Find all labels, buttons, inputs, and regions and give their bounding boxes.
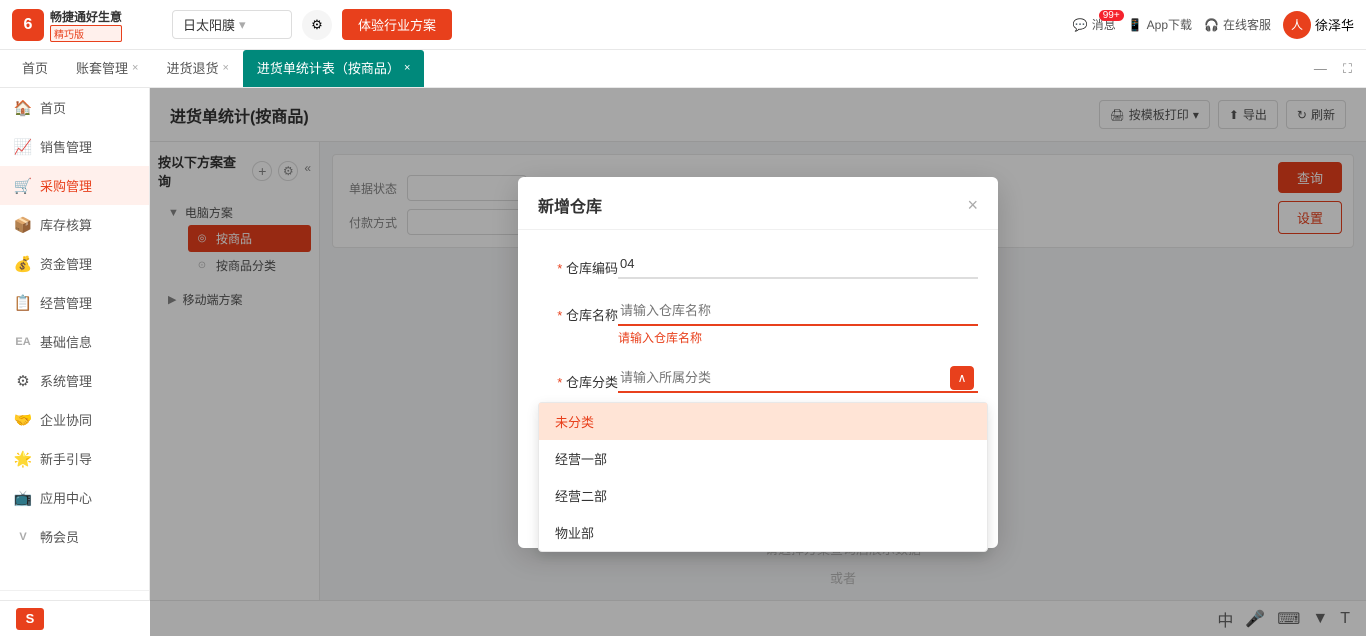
member-icon: V [14, 528, 32, 546]
sidebar-item-apps[interactable]: 📺 应用中心 [0, 478, 149, 517]
sidebar-item-home[interactable]: 🏠 首页 [0, 88, 149, 127]
sidebar-item-operations[interactable]: 📋 经营管理 [0, 283, 149, 322]
enterprise-icon: 🤝 [14, 411, 32, 429]
category-dropdown-list: 未分类 经营一部 经营二部 物业部 [538, 402, 988, 552]
tab-purchase-return[interactable]: 进货退货 × [152, 50, 242, 87]
app-icon: 📱 [1128, 18, 1143, 32]
required-star-2: * [557, 308, 562, 323]
dropdown-item-uncategorized[interactable]: 未分类 [539, 403, 987, 440]
field-name-label: * 仓库名称 [538, 297, 618, 324]
dropdown-arrow-button[interactable]: ∧ [950, 366, 974, 390]
online-service-button[interactable]: 🎧 在线客服 [1204, 16, 1271, 33]
field-category: * 仓库分类 ∧ 未分类 经营一部 经营二部 物业部 [538, 364, 978, 393]
apps-icon: 📺 [14, 489, 32, 507]
dropdown-item-dept2[interactable]: 经营二部 [539, 477, 987, 514]
modal-body: * 仓库编码 * 仓库名称 [518, 230, 998, 484]
field-category-wrap: ∧ 未分类 经营一部 经营二部 物业部 [618, 364, 978, 393]
modal-overlay: 新增仓库 × * 仓库编码 [150, 88, 1366, 636]
sidebar-item-inventory[interactable]: 📦 库存核算 [0, 205, 149, 244]
finance-icon: 💰 [14, 255, 32, 273]
logo-area: 6 畅捷通好生意 精巧版 [12, 8, 162, 42]
dropdown-item-dept1[interactable]: 经营一部 [539, 440, 987, 477]
user-area[interactable]: 人 徐泽华 [1283, 11, 1354, 39]
field-code-wrap [618, 250, 978, 279]
trial-button[interactable]: 体验行业方案 [342, 9, 452, 40]
home-icon: 🏠 [14, 99, 32, 117]
tab-maximize-button[interactable]: ⛶ [1337, 57, 1358, 81]
sidebar-item-purchase[interactable]: 🛒 采购管理 [0, 166, 149, 205]
s-logo: S [16, 608, 44, 630]
headset-icon: 🎧 [1204, 18, 1219, 32]
field-name: * 仓库名称 请输入仓库名称 [538, 297, 978, 346]
statusbar-logo: S [16, 608, 44, 630]
messages-button[interactable]: 💬 消息 99+ [1073, 16, 1116, 33]
sales-icon: 📈 [14, 138, 32, 156]
dropdown-item-dept3[interactable]: 物业部 [539, 514, 987, 551]
warehouse-name-input[interactable] [618, 297, 978, 326]
field-category-label: * 仓库分类 [538, 364, 618, 391]
modal-header: 新增仓库 × [518, 177, 998, 230]
required-star-3: * [557, 375, 562, 390]
tab-close-purchase-stats[interactable]: × [404, 62, 410, 74]
newbie-icon: 🌟 [14, 450, 32, 468]
sidebar-item-basics[interactable]: EA 基础信息 [0, 322, 149, 361]
operations-icon: 📋 [14, 294, 32, 312]
app-download-button[interactable]: 📱 App下载 [1128, 16, 1192, 33]
modal-title: 新增仓库 [538, 193, 602, 217]
chevron-down-icon: ▾ [239, 17, 246, 33]
top-header: 6 畅捷通好生意 精巧版 日太阳膜 ▾ ⚙ 体验行业方案 💬 消息 99+ 📱 … [0, 0, 1366, 50]
logo-text: 畅捷通好生意 精巧版 [50, 8, 122, 42]
system-icon: ⚙ [14, 372, 32, 390]
main-layout: 🏠 首页 📈 销售管理 🛒 采购管理 📦 库存核算 💰 资金管理 📋 经营管理 … [0, 88, 1366, 636]
basics-icon: EA [14, 333, 32, 351]
name-error-msg: 请输入仓库名称 [618, 329, 978, 346]
avatar: 人 [1283, 11, 1311, 39]
required-star: * [557, 261, 562, 276]
purchase-icon: 🛒 [14, 177, 32, 195]
header-actions: 💬 消息 99+ 📱 App下载 🎧 在线客服 人 徐泽华 [1073, 11, 1354, 39]
field-name-wrap: 请输入仓库名称 [618, 297, 978, 346]
sidebar-item-system[interactable]: ⚙ 系统管理 [0, 361, 149, 400]
tab-controls: — ⛶ [1308, 50, 1358, 87]
gear-button[interactable]: ⚙ [302, 10, 332, 40]
store-selector[interactable]: 日太阳膜 ▾ [172, 10, 292, 39]
tab-account[interactable]: 账套管理 × [62, 50, 152, 87]
sidebar-item-enterprise[interactable]: 🤝 企业协同 [0, 400, 149, 439]
tab-bar: 首页 账套管理 × 进货退货 × 进货单统计表（按商品） × — ⛶ [0, 50, 1366, 88]
field-code: * 仓库编码 [538, 250, 978, 279]
tab-minimize-button[interactable]: — [1308, 57, 1333, 80]
sidebar-item-member[interactable]: V 畅会员 [0, 517, 149, 556]
sidebar: 🏠 首页 📈 销售管理 🛒 采购管理 📦 库存核算 💰 资金管理 📋 经营管理 … [0, 88, 150, 636]
sidebar-item-sales[interactable]: 📈 销售管理 [0, 127, 149, 166]
tab-close-account[interactable]: × [132, 62, 138, 74]
new-warehouse-modal: 新增仓库 × * 仓库编码 [518, 177, 998, 548]
message-icon: 💬 [1073, 18, 1088, 32]
tab-purchase-stats[interactable]: 进货单统计表（按商品） × [243, 50, 424, 87]
content-area: 进货单统计(按商品) 🖨 按模板打印 ▾ ⬆ 导出 ↻ 刷新 [150, 88, 1366, 636]
modal-close-button[interactable]: × [967, 196, 978, 214]
tab-home[interactable]: 首页 [8, 50, 62, 87]
sidebar-item-newbie[interactable]: 🌟 新手引导 [0, 439, 149, 478]
sidebar-item-finance[interactable]: 💰 资金管理 [0, 244, 149, 283]
inventory-icon: 📦 [14, 216, 32, 234]
warehouse-code-input[interactable] [618, 250, 978, 279]
warehouse-category-input[interactable] [618, 364, 978, 393]
tab-close-purchase-return[interactable]: × [222, 62, 228, 74]
field-code-label: * 仓库编码 [538, 250, 618, 277]
logo-icon: 6 [12, 9, 44, 41]
